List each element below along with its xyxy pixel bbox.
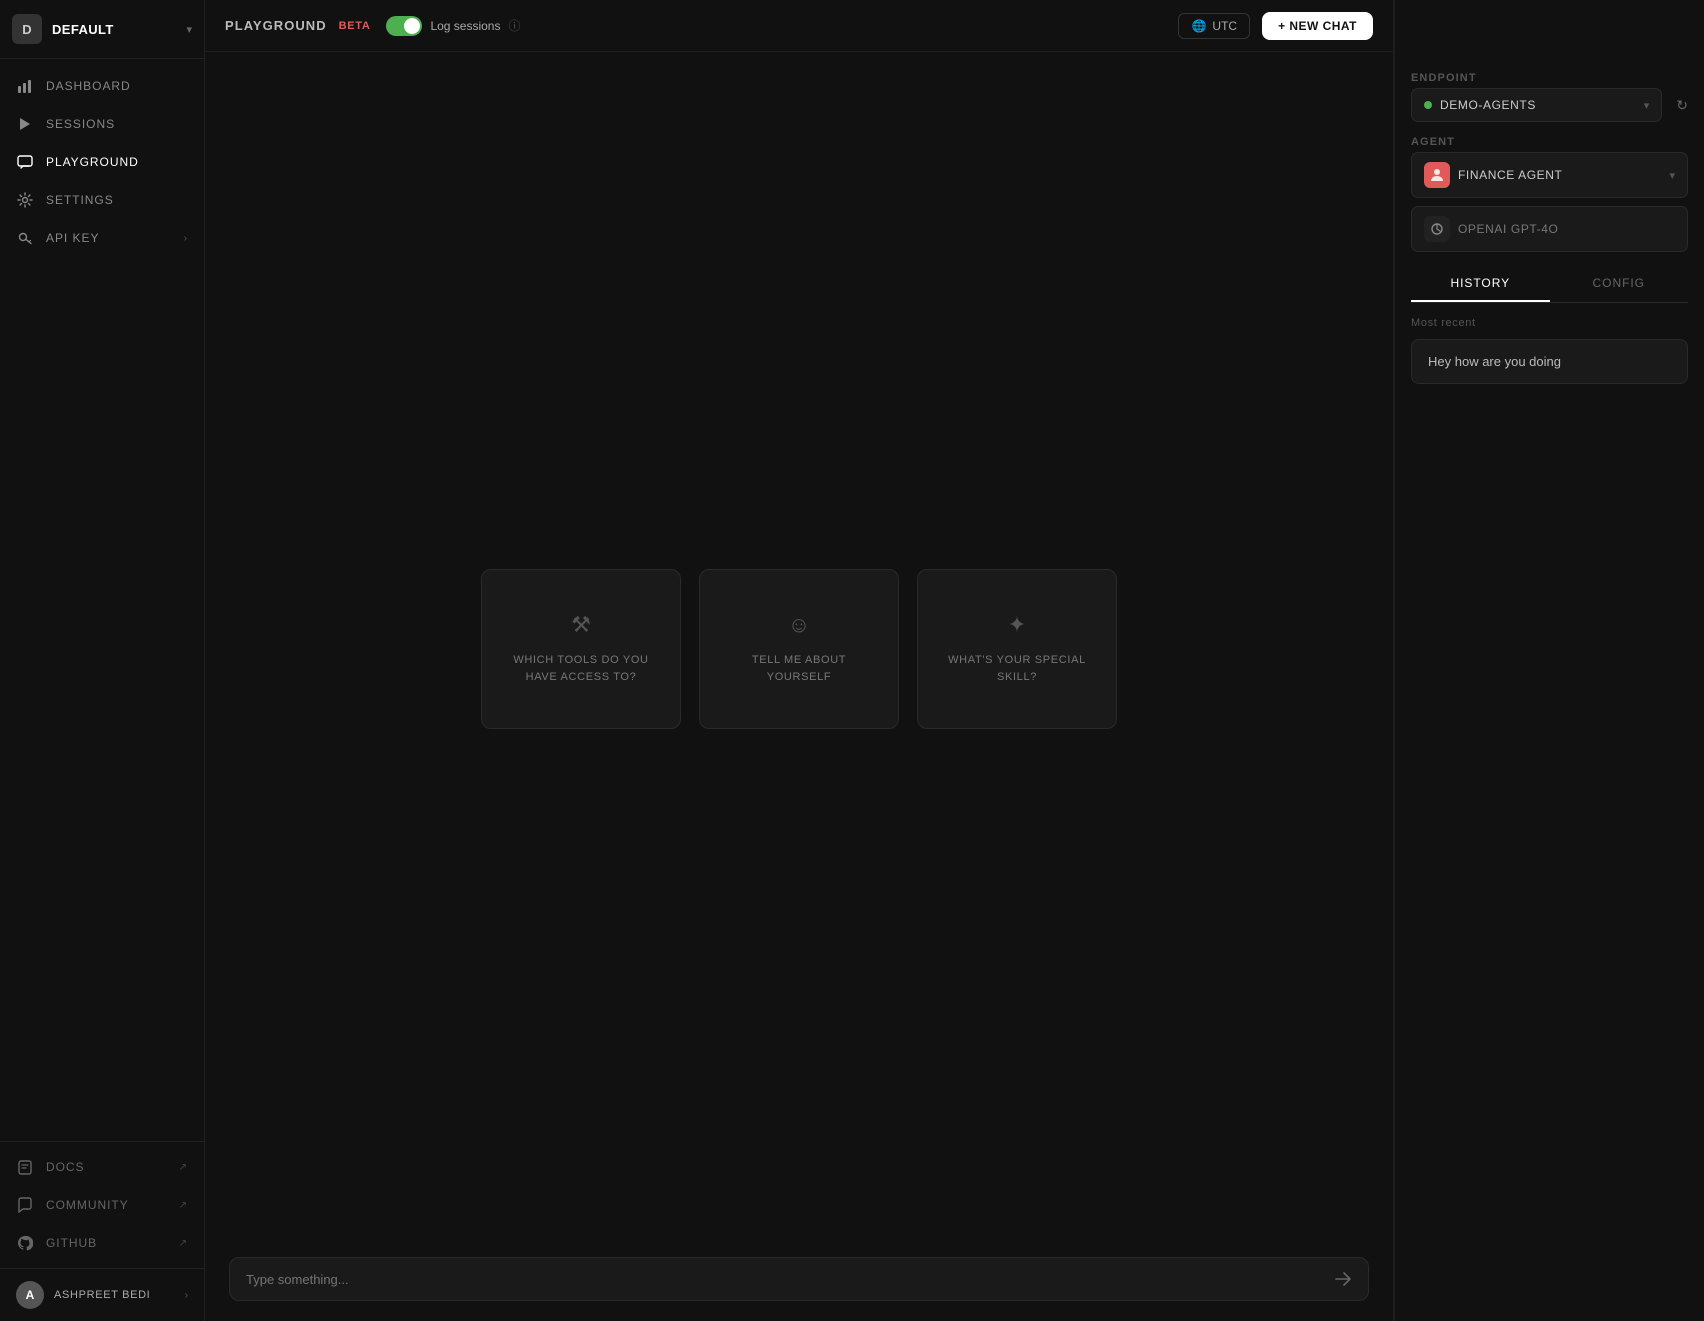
smiley-icon: ☺: [788, 612, 810, 638]
workspace-avatar: D: [12, 14, 42, 44]
tools-icon: ⚒: [571, 612, 591, 638]
prompt-card-tools-text: WHICH TOOLS DO YOU HAVE ACCESS TO?: [502, 652, 660, 685]
sidebar-item-docs[interactable]: DOCS ↗: [0, 1148, 204, 1186]
sidebar: D DEFAULT ▾ DASHBOARD SESSIONS: [0, 0, 205, 1321]
panel-tabs: HISTORY CONFIG: [1411, 266, 1688, 303]
globe-icon: 🌐: [1191, 19, 1206, 33]
prompt-cards-container: ⚒ WHICH TOOLS DO YOU HAVE ACCESS TO? ☺ T…: [481, 569, 1117, 729]
prompt-card-yourself-text: TELL ME ABOUT YOURSELF: [720, 652, 878, 685]
model-icon: [1424, 216, 1450, 242]
sidebar-settings-label: SETTINGS: [46, 193, 114, 207]
sidebar-sessions-label: SESSIONS: [46, 117, 115, 131]
sidebar-playground-label: PLAYGROUND: [46, 155, 139, 169]
history-entry-0[interactable]: Hey how are you doing: [1411, 339, 1688, 384]
user-profile[interactable]: A ASHPREET BEDI ›: [0, 1268, 204, 1321]
log-sessions-toggle[interactable]: [386, 16, 422, 36]
sidebar-dashboard-label: DASHBOARD: [46, 79, 131, 93]
history-section: Most recent Hey how are you doing: [1411, 317, 1688, 384]
beta-badge: BETA: [339, 20, 371, 32]
endpoint-chevron-icon: ▾: [1644, 99, 1650, 112]
sidebar-nav: DASHBOARD SESSIONS PLAYGROUND: [0, 59, 204, 1141]
sidebar-apikey-label: API KEY: [46, 231, 99, 245]
most-recent-label: Most recent: [1411, 317, 1688, 329]
sparkle-icon: ✦: [1008, 612, 1026, 638]
workspace-selector[interactable]: D DEFAULT ▾: [0, 0, 204, 59]
prompt-card-skill-text: WHAT'S YOUR SPECIAL SKILL?: [938, 652, 1096, 685]
log-sessions-toggle-wrap: Log sessions ⓘ: [386, 16, 520, 36]
agent-avatar-icon: [1424, 162, 1450, 188]
utc-label: UTC: [1212, 19, 1237, 33]
sidebar-item-sessions[interactable]: SESSIONS: [0, 105, 204, 143]
sidebar-item-github[interactable]: GITHUB ↗: [0, 1224, 204, 1262]
sidebar-item-settings[interactable]: SETTINGS: [0, 181, 204, 219]
sidebar-community-label: COMMUNITY: [46, 1198, 129, 1212]
prompt-card-skill[interactable]: ✦ WHAT'S YOUR SPECIAL SKILL?: [917, 569, 1117, 729]
agent-section: AGENT FINANCE AGENT ▾: [1411, 136, 1688, 252]
endpoint-selector[interactable]: DEMO-AGENTS ▾: [1411, 88, 1662, 122]
external-link-icon: ↗: [179, 1162, 188, 1173]
endpoint-value: DEMO-AGENTS: [1440, 98, 1636, 112]
external-link-icon-3: ↗: [179, 1238, 188, 1249]
sidebar-item-api-key[interactable]: API KEY ›: [0, 219, 204, 257]
settings-icon: [16, 191, 34, 209]
prompt-card-yourself[interactable]: ☺ TELL ME ABOUT YOURSELF: [699, 569, 899, 729]
sidebar-bottom-links: DOCS ↗ COMMUNITY ↗ GITHUB ↗: [0, 1141, 204, 1268]
topbar-title: PLAYGROUND: [225, 18, 327, 33]
user-name-label: ASHPREET BEDI: [54, 1289, 175, 1301]
chat-input-area: [205, 1245, 1393, 1321]
chat-input[interactable]: [246, 1272, 1324, 1287]
chat-area: ⚒ WHICH TOOLS DO YOU HAVE ACCESS TO? ☺ T…: [205, 52, 1393, 1245]
user-avatar: A: [16, 1281, 44, 1309]
info-icon[interactable]: ⓘ: [508, 17, 520, 34]
model-selector[interactable]: OPENAI GPT-4O: [1411, 206, 1688, 252]
workspace-label: DEFAULT: [52, 22, 176, 37]
model-value: OPENAI GPT-4O: [1458, 222, 1675, 236]
endpoint-label: ENDPOINT: [1411, 72, 1688, 84]
tab-config[interactable]: CONFIG: [1550, 266, 1689, 302]
endpoint-status-dot: [1424, 101, 1432, 109]
play-icon: [16, 115, 34, 133]
new-chat-button[interactable]: + NEW CHAT: [1262, 12, 1373, 40]
main-content: PLAYGROUND BETA Log sessions ⓘ 🌐 UTC + N…: [205, 0, 1394, 1321]
user-chevron-icon: ›: [185, 1290, 188, 1301]
sidebar-item-playground[interactable]: PLAYGROUND: [0, 143, 204, 181]
book-icon: [16, 1158, 34, 1176]
chat-bubble-icon: [16, 1196, 34, 1214]
chat-input-box: [229, 1257, 1369, 1301]
workspace-chevron-icon: ▾: [186, 23, 192, 36]
github-icon: [16, 1234, 34, 1252]
agent-label: AGENT: [1411, 136, 1688, 148]
refresh-icon[interactable]: ↻: [1676, 97, 1688, 114]
sidebar-item-community[interactable]: COMMUNITY ↗: [0, 1186, 204, 1224]
utc-selector[interactable]: 🌐 UTC: [1178, 13, 1250, 39]
spacer: [1411, 329, 1688, 339]
sidebar-docs-label: DOCS: [46, 1160, 85, 1174]
endpoint-row: DEMO-AGENTS ▾ ↻: [1411, 88, 1688, 122]
right-panel: ENDPOINT DEMO-AGENTS ▾ ↻ AGENT: [1394, 0, 1704, 1321]
prompt-card-tools[interactable]: ⚒ WHICH TOOLS DO YOU HAVE ACCESS TO?: [481, 569, 681, 729]
sidebar-item-dashboard[interactable]: DASHBOARD: [0, 67, 204, 105]
external-link-icon-2: ↗: [179, 1200, 188, 1211]
send-button[interactable]: [1334, 1270, 1352, 1288]
tab-history[interactable]: HISTORY: [1411, 266, 1550, 302]
api-key-arrow-icon: ›: [184, 233, 188, 244]
bar-chart-icon: [16, 77, 34, 95]
agent-selector[interactable]: FINANCE AGENT ▾: [1411, 152, 1688, 198]
chat-icon: [16, 153, 34, 171]
agent-value: FINANCE AGENT: [1458, 168, 1661, 182]
key-icon: [16, 229, 34, 247]
sidebar-github-label: GITHUB: [46, 1236, 97, 1250]
log-sessions-label: Log sessions: [430, 19, 500, 33]
topbar: PLAYGROUND BETA Log sessions ⓘ 🌐 UTC + N…: [205, 0, 1393, 52]
endpoint-section: ENDPOINT DEMO-AGENTS ▾ ↻: [1411, 72, 1688, 122]
agent-chevron-icon: ▾: [1669, 169, 1675, 182]
right-panel-inner: ENDPOINT DEMO-AGENTS ▾ ↻ AGENT: [1395, 52, 1704, 1321]
